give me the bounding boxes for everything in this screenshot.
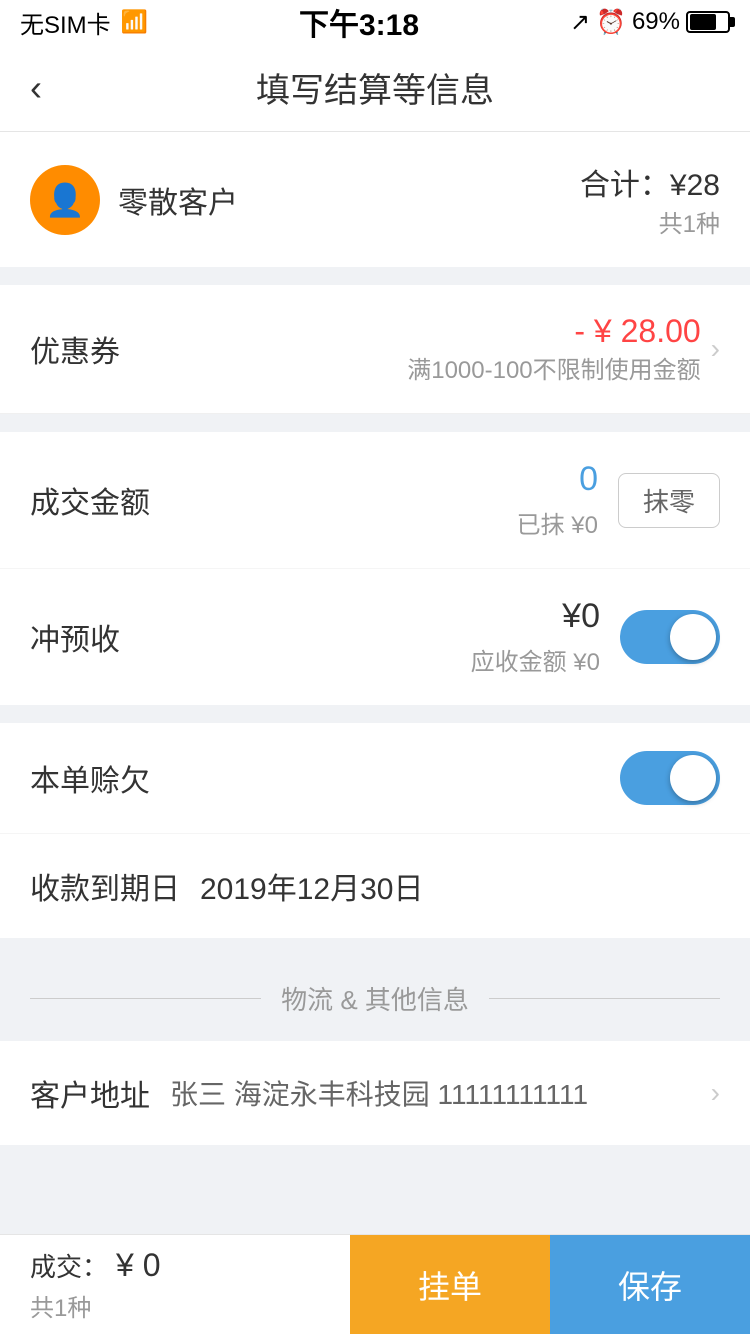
- section-header-line: 物流 & 其他信息: [30, 980, 720, 1017]
- page-title: 填写结算等信息: [256, 63, 494, 112]
- address-value: 张三 海淀永丰科技园 11111111111: [170, 1073, 711, 1113]
- hold-button[interactable]: 挂单: [350, 1235, 550, 1334]
- coupon-info: - ¥ 28.00 满1000-100不限制使用金额: [407, 313, 700, 385]
- coupon-label: 优惠券: [30, 327, 120, 371]
- prepayment-row: 冲预收 ¥0 应收金额 ¥0: [0, 569, 750, 705]
- deal-amount-right: 0 已抹 ¥0 抹零: [517, 460, 720, 540]
- bottom-bar: 成交： ¥ 0 共1种 挂单 保存: [0, 1234, 750, 1334]
- chevron-right-icon: ›: [711, 333, 720, 365]
- bottom-count: 共1种: [30, 1288, 320, 1323]
- nav-bar: ‹ 填写结算等信息: [0, 44, 750, 132]
- back-button[interactable]: ‹: [30, 67, 42, 109]
- credit-toggle-knob: [670, 755, 716, 801]
- location-icon: ↗: [570, 8, 590, 37]
- logistics-label: 物流 & 其他信息: [281, 980, 469, 1017]
- battery-icon: [686, 11, 730, 33]
- customer-row: 👤 零散客户 合计：¥28 共1种: [0, 132, 750, 267]
- total-amount: 合计：¥28: [580, 160, 720, 204]
- prepayment-col: ¥0 应收金额 ¥0: [471, 597, 600, 677]
- avatar-icon: 👤: [45, 181, 85, 219]
- prepayment-sub-text: 应收金额 ¥0: [471, 642, 600, 677]
- header-line-right: [489, 998, 720, 999]
- status-left: 无SIM卡 📶: [20, 5, 148, 40]
- prepayment-right: ¥0 应收金额 ¥0: [471, 597, 720, 677]
- address-label: 客户地址: [30, 1071, 150, 1115]
- battery-percent: 69%: [632, 8, 680, 36]
- wifi-icon: 📶: [121, 9, 148, 35]
- save-button[interactable]: 保存: [550, 1235, 750, 1334]
- deal-amount-section: 成交金额 0 已抹 ¥0 抹零 冲预收 ¥0 应收金额 ¥0: [0, 432, 750, 705]
- round-button[interactable]: 抹零: [618, 473, 720, 528]
- round-sub-text: 已抹 ¥0: [517, 505, 598, 540]
- due-date-row: 收款到期日 2019年12月30日: [0, 834, 750, 938]
- content: 👤 零散客户 合计：¥28 共1种 优惠券 - ¥ 28.00 满1000-10…: [0, 132, 750, 1283]
- customer-name: 零散客户: [118, 178, 238, 222]
- address-chevron-icon: ›: [711, 1077, 720, 1109]
- total-count: 共1种: [580, 204, 720, 239]
- deal-amount-row: 成交金额 0 已抹 ¥0 抹零: [0, 432, 750, 569]
- prepayment-amount: ¥0: [562, 597, 600, 636]
- bottom-amount-value: ¥ 0: [116, 1247, 160, 1284]
- deal-amount-value[interactable]: 0: [579, 460, 598, 499]
- header-line-left: [30, 998, 261, 999]
- credit-row: 本单赊欠: [0, 723, 750, 834]
- credit-toggle[interactable]: [620, 751, 720, 805]
- credit-label: 本单赊欠: [30, 756, 150, 800]
- coupon-discount: - ¥ 28.00: [407, 313, 700, 350]
- bottom-amount-label: 成交： ¥ 0: [30, 1247, 320, 1284]
- coupon-description: 满1000-100不限制使用金额: [407, 350, 700, 385]
- status-right: ↗ ⏰ 69%: [570, 8, 730, 37]
- status-time: 下午3:18: [299, 0, 419, 44]
- customer-total: 合计：¥28 共1种: [580, 160, 720, 239]
- address-row[interactable]: 客户地址 张三 海淀永丰科技园 11111111111 ›: [0, 1041, 750, 1145]
- customer-left: 👤 零散客户: [30, 165, 238, 235]
- deal-amount-label: 成交金额: [30, 478, 150, 522]
- carrier-text: 无SIM卡: [20, 5, 111, 40]
- status-bar: 无SIM卡 📶 下午3:18 ↗ ⏰ 69%: [0, 0, 750, 44]
- toggle-knob: [670, 614, 716, 660]
- avatar: 👤: [30, 165, 100, 235]
- due-date-value[interactable]: 2019年12月30日: [200, 864, 423, 908]
- alarm-icon: ⏰: [596, 8, 626, 37]
- prepayment-toggle[interactable]: [620, 610, 720, 664]
- bottom-info: 成交： ¥ 0 共1种: [0, 1235, 350, 1334]
- coupon-row[interactable]: 优惠券 - ¥ 28.00 满1000-100不限制使用金额 ›: [0, 285, 750, 414]
- logistics-section-header: 物流 & 其他信息: [0, 956, 750, 1041]
- due-date-label: 收款到期日: [30, 864, 180, 908]
- coupon-right: - ¥ 28.00 满1000-100不限制使用金额 ›: [407, 313, 720, 385]
- deal-amount-col: 0 已抹 ¥0: [517, 460, 598, 540]
- prepayment-label: 冲预收: [30, 615, 120, 659]
- credit-section: 本单赊欠 收款到期日 2019年12月30日: [0, 723, 750, 938]
